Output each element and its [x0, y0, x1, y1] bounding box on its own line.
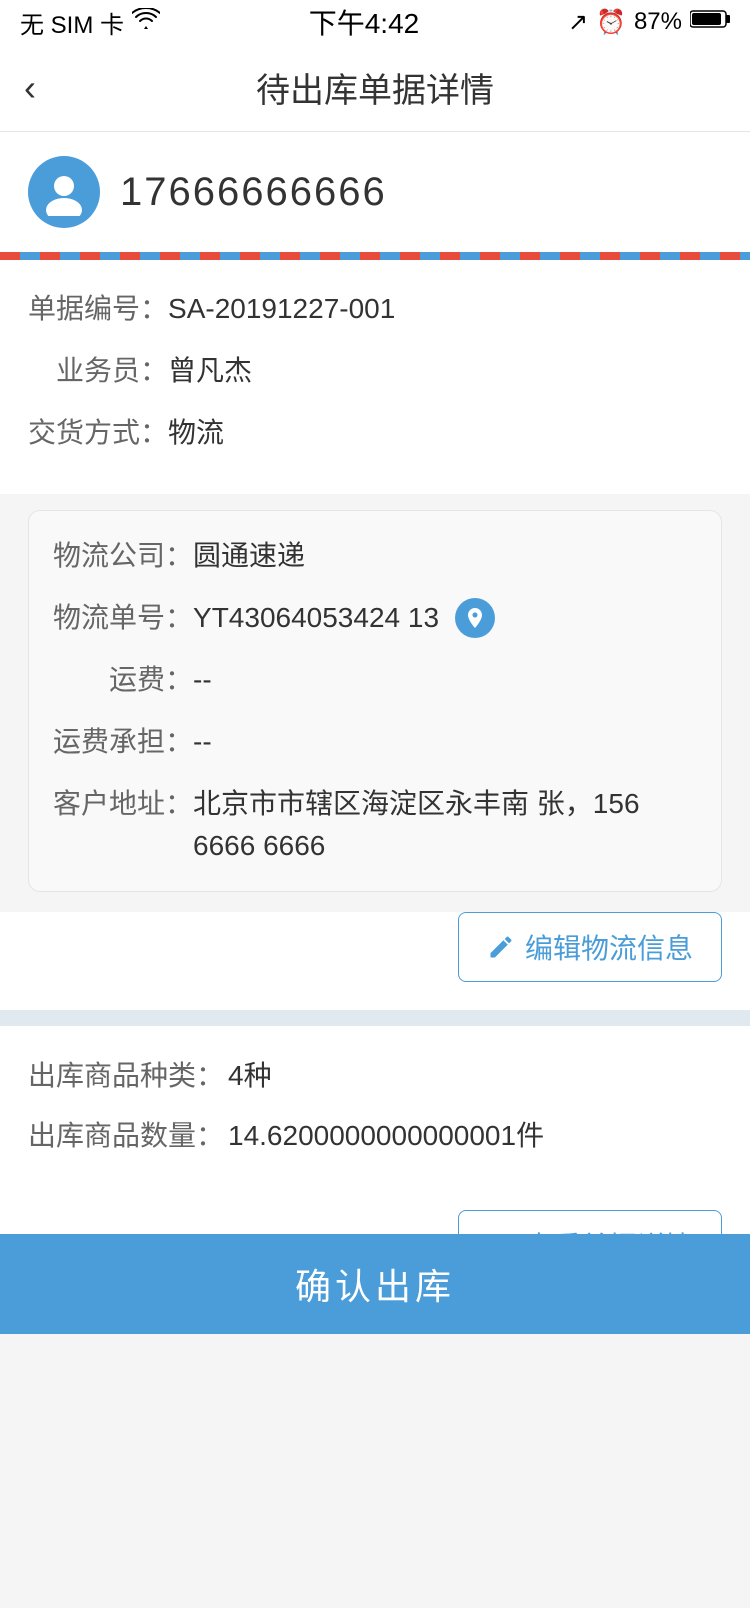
- basic-info-section: 单据编号： SA-20191227-001 业务员： 曾凡杰 交货方式： 物流: [0, 260, 750, 494]
- status-time: 下午4:42: [309, 2, 420, 42]
- delivery-method-label: 交货方式：: [28, 412, 168, 454]
- edit-logistics-label: 编辑物流信息: [525, 927, 693, 967]
- user-avatar: [28, 156, 100, 228]
- sales-person-value: 曾凡杰: [168, 350, 722, 392]
- logistics-tracking-value: YT43064053424 13: [193, 597, 697, 639]
- wifi-icon: [132, 8, 160, 36]
- status-left: 无 SIM 卡: [20, 5, 160, 40]
- edit-btn-wrapper: 编辑物流信息: [0, 912, 750, 1010]
- location-indicator: ↗: [568, 8, 588, 37]
- status-bar: 无 SIM 卡 下午4:42 ↗ ⏰ 87%: [0, 0, 750, 44]
- logistics-company-row: 物流公司： 圆通速递: [53, 535, 697, 577]
- tracking-number: YT43064053424 13: [193, 597, 439, 639]
- sales-person-label: 业务员：: [28, 350, 168, 392]
- logistics-company-value: 圆通速递: [193, 535, 697, 577]
- confirm-button[interactable]: 确认出库: [0, 1234, 750, 1334]
- address-value: 北京市市辖区海淀区永丰南 张，156 6666 6666: [193, 783, 697, 867]
- order-number-label: 单据编号：: [28, 288, 168, 330]
- confirm-button-label: 确认出库: [295, 1258, 455, 1310]
- freight-label: 运费：: [53, 659, 193, 701]
- battery-text: 87%: [634, 8, 682, 36]
- dashed-divider: [0, 252, 750, 260]
- product-quantity-row: 出库商品数量： 14.6200000000000001件: [28, 1114, 722, 1154]
- product-types-label: 出库商品种类：: [28, 1054, 228, 1094]
- logistics-card: 物流公司： 圆通速递 物流单号： YT43064053424 13 运费： --: [28, 510, 722, 892]
- sales-person-row: 业务员： 曾凡杰: [28, 350, 722, 392]
- address-row: 客户地址： 北京市市辖区海淀区永丰南 张，156 6666 6666: [53, 783, 697, 867]
- product-quantity-label: 出库商品数量：: [28, 1114, 228, 1154]
- address-label: 客户地址：: [53, 783, 193, 825]
- freight-bear-row: 运费承担： --: [53, 721, 697, 763]
- logistics-tracking-row: 物流单号： YT43064053424 13: [53, 597, 697, 639]
- carrier-text: 无 SIM 卡: [20, 5, 124, 40]
- page-title: 待出库单据详情: [256, 63, 494, 112]
- order-number-row: 单据编号： SA-20191227-001: [28, 288, 722, 330]
- empty-space: [0, 1308, 750, 1508]
- product-quantity-value: 14.6200000000000001件: [228, 1114, 722, 1154]
- logistics-company-label: 物流公司：: [53, 535, 193, 577]
- product-types-value: 4种: [228, 1054, 722, 1094]
- user-phone: 17666666666: [120, 170, 387, 215]
- freight-bear-value: --: [193, 721, 697, 763]
- freight-row: 运费： --: [53, 659, 697, 701]
- product-types-row: 出库商品种类： 4种: [28, 1054, 722, 1094]
- product-section: 出库商品种类： 4种 出库商品数量： 14.6200000000000001件: [0, 1026, 750, 1194]
- battery-icon: [690, 8, 730, 36]
- freight-bear-label: 运费承担：: [53, 721, 193, 763]
- status-right: ↗ ⏰ 87%: [568, 8, 730, 37]
- tracking-location-icon[interactable]: [455, 598, 495, 638]
- order-number-value: SA-20191227-001: [168, 288, 722, 330]
- alarm-indicator: ⏰: [596, 8, 626, 37]
- scrollable-content: 17666666666 单据编号： SA-20191227-001 业务员： 曾…: [0, 132, 750, 1608]
- logistics-tracking-label: 物流单号：: [53, 597, 193, 639]
- delivery-method-value: 物流: [168, 412, 722, 454]
- page-wrapper: 无 SIM 卡 下午4:42 ↗ ⏰ 87%: [0, 0, 750, 1608]
- back-button[interactable]: ‹: [24, 67, 36, 109]
- delivery-method-row: 交货方式： 物流: [28, 412, 722, 454]
- freight-value: --: [193, 659, 697, 701]
- edit-logistics-button[interactable]: 编辑物流信息: [458, 912, 722, 982]
- section-divider: [0, 1010, 750, 1026]
- user-header: 17666666666: [0, 132, 750, 252]
- nav-bar: ‹ 待出库单据详情: [0, 44, 750, 132]
